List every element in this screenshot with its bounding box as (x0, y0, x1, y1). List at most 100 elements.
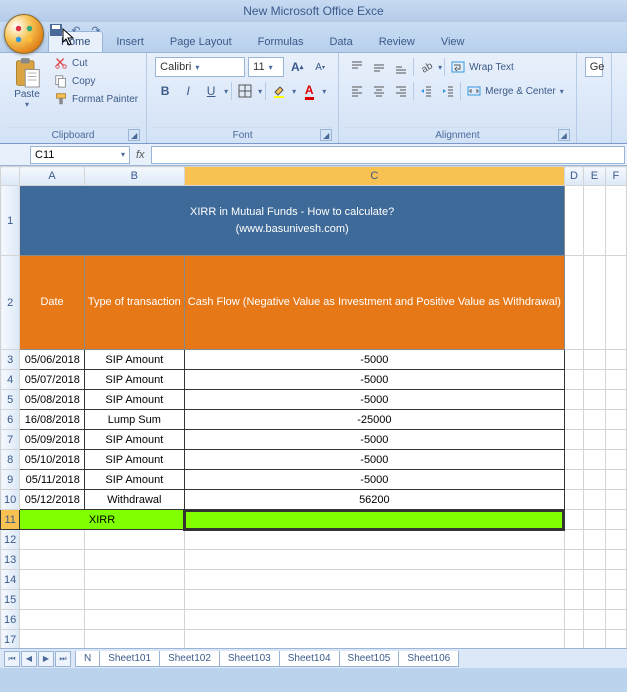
sheet-tab[interactable]: Sheet104 (279, 651, 340, 667)
cell[interactable]: Lump Sum (84, 410, 184, 430)
formula-input[interactable] (151, 146, 625, 164)
increase-indent-button[interactable] (438, 81, 458, 101)
fx-icon[interactable]: fx (136, 149, 145, 161)
active-cell[interactable] (184, 510, 564, 530)
cell[interactable]: -5000 (184, 470, 564, 490)
redo-icon[interactable]: ↷ (88, 22, 104, 38)
row-header[interactable]: 12 (1, 530, 20, 550)
borders-button[interactable] (235, 81, 255, 101)
office-button[interactable] (4, 14, 44, 54)
tab-view[interactable]: View (428, 31, 478, 52)
cell[interactable]: 05/12/2018 (20, 490, 85, 510)
xirr-label-cell[interactable]: XIRR (20, 510, 184, 530)
col-header[interactable]: F (605, 167, 626, 186)
cell[interactable]: SIP Amount (84, 370, 184, 390)
col-header[interactable]: A (20, 167, 85, 186)
header-cashflow[interactable]: Cash Flow (Negative Value as Investment … (184, 256, 564, 350)
row-header[interactable]: 17 (1, 630, 20, 650)
cell[interactable]: -5000 (184, 430, 564, 450)
sheet-tab[interactable]: Sheet101 (99, 651, 160, 667)
cell[interactable]: 05/09/2018 (20, 430, 85, 450)
cell[interactable]: -5000 (184, 390, 564, 410)
font-color-button[interactable]: A (299, 81, 319, 101)
alignment-launcher-icon[interactable]: ◢ (558, 129, 570, 141)
row-header[interactable]: 7 (1, 430, 20, 450)
sheet-tab[interactable]: Sheet105 (339, 651, 400, 667)
bold-button[interactable]: B (155, 81, 175, 101)
row-header[interactable]: 13 (1, 550, 20, 570)
row-header[interactable]: 1 (1, 186, 20, 256)
paste-button[interactable]: Paste ▾ (6, 55, 48, 111)
row-header[interactable]: 5 (1, 390, 20, 410)
number-format-dropdown[interactable]: Ge (585, 57, 603, 77)
col-header[interactable]: E (584, 167, 606, 186)
sheet-nav-last-icon[interactable]: ⏭ (55, 651, 71, 667)
sheet-tab[interactable]: Sheet106 (398, 651, 459, 667)
sheet-nav-first-icon[interactable]: ⏮ (4, 651, 20, 667)
row-header[interactable]: 6 (1, 410, 20, 430)
cell[interactable]: SIP Amount (84, 450, 184, 470)
row-header[interactable]: 2 (1, 256, 20, 350)
grow-font-button[interactable]: A▴ (287, 57, 307, 77)
cell[interactable]: 05/10/2018 (20, 450, 85, 470)
cell[interactable]: Withdrawal (84, 490, 184, 510)
tab-insert[interactable]: Insert (103, 31, 157, 52)
clipboard-launcher-icon[interactable]: ◢ (128, 129, 140, 141)
worksheet-grid[interactable]: A B C D E F 1 XIRR in Mutual Funds - How… (0, 166, 627, 668)
cut-button[interactable]: Cut (52, 55, 140, 71)
cell[interactable]: 05/06/2018 (20, 350, 85, 370)
cell[interactable]: -5000 (184, 370, 564, 390)
font-size-dropdown[interactable]: 11▾ (248, 57, 284, 77)
sheet-nav-prev-icon[interactable]: ◀ (21, 651, 37, 667)
format-painter-button[interactable]: Format Painter (52, 91, 140, 107)
font-launcher-icon[interactable]: ◢ (320, 129, 332, 141)
undo-icon[interactable]: ↶ (68, 22, 84, 38)
tab-formulas[interactable]: Formulas (245, 31, 317, 52)
merge-center-button[interactable]: Merge & Center▾ (463, 82, 568, 100)
row-header[interactable]: 11 (1, 510, 20, 530)
decrease-indent-button[interactable] (416, 81, 436, 101)
row-header[interactable]: 14 (1, 570, 20, 590)
title-cell[interactable]: XIRR in Mutual Funds - How to calculate?… (20, 186, 565, 256)
row-header[interactable]: 3 (1, 350, 20, 370)
cell[interactable]: 05/11/2018 (20, 470, 85, 490)
sheet-tab[interactable]: Sheet102 (159, 651, 220, 667)
sheet-nav-next-icon[interactable]: ▶ (38, 651, 54, 667)
row-header[interactable]: 16 (1, 610, 20, 630)
font-name-dropdown[interactable]: Calibri▾ (155, 57, 245, 77)
italic-button[interactable]: I (178, 81, 198, 101)
sheet-tab[interactable]: N (75, 651, 100, 667)
col-header[interactable]: C (184, 167, 564, 186)
cell[interactable]: 56200 (184, 490, 564, 510)
header-type[interactable]: Type of transaction (84, 256, 184, 350)
wrap-text-button[interactable]: Wrap Text (447, 58, 518, 76)
copy-button[interactable]: Copy (52, 73, 140, 89)
save-icon[interactable] (48, 22, 64, 38)
orientation-button[interactable]: ab (416, 57, 436, 77)
col-header[interactable]: B (84, 167, 184, 186)
col-header[interactable]: D (564, 167, 583, 186)
align-left-button[interactable] (347, 81, 367, 101)
cell[interactable]: SIP Amount (84, 470, 184, 490)
cell[interactable]: 05/07/2018 (20, 370, 85, 390)
cell[interactable]: SIP Amount (84, 350, 184, 370)
cell[interactable]: -5000 (184, 350, 564, 370)
name-box[interactable]: C11▾ (30, 146, 130, 164)
cell[interactable]: 05/08/2018 (20, 390, 85, 410)
tab-review[interactable]: Review (366, 31, 428, 52)
row-header[interactable]: 10 (1, 490, 20, 510)
fill-color-button[interactable] (269, 81, 289, 101)
tab-pagelayout[interactable]: Page Layout (157, 31, 245, 52)
cell[interactable]: -25000 (184, 410, 564, 430)
select-all-corner[interactable] (1, 167, 20, 186)
row-header[interactable]: 4 (1, 370, 20, 390)
row-header[interactable]: 9 (1, 470, 20, 490)
align-bottom-button[interactable] (391, 57, 411, 77)
row-header[interactable]: 8 (1, 450, 20, 470)
cell[interactable]: 16/08/2018 (20, 410, 85, 430)
align-right-button[interactable] (391, 81, 411, 101)
align-center-button[interactable] (369, 81, 389, 101)
shrink-font-button[interactable]: A▾ (310, 57, 330, 77)
align-top-button[interactable] (347, 57, 367, 77)
cell[interactable]: -5000 (184, 450, 564, 470)
